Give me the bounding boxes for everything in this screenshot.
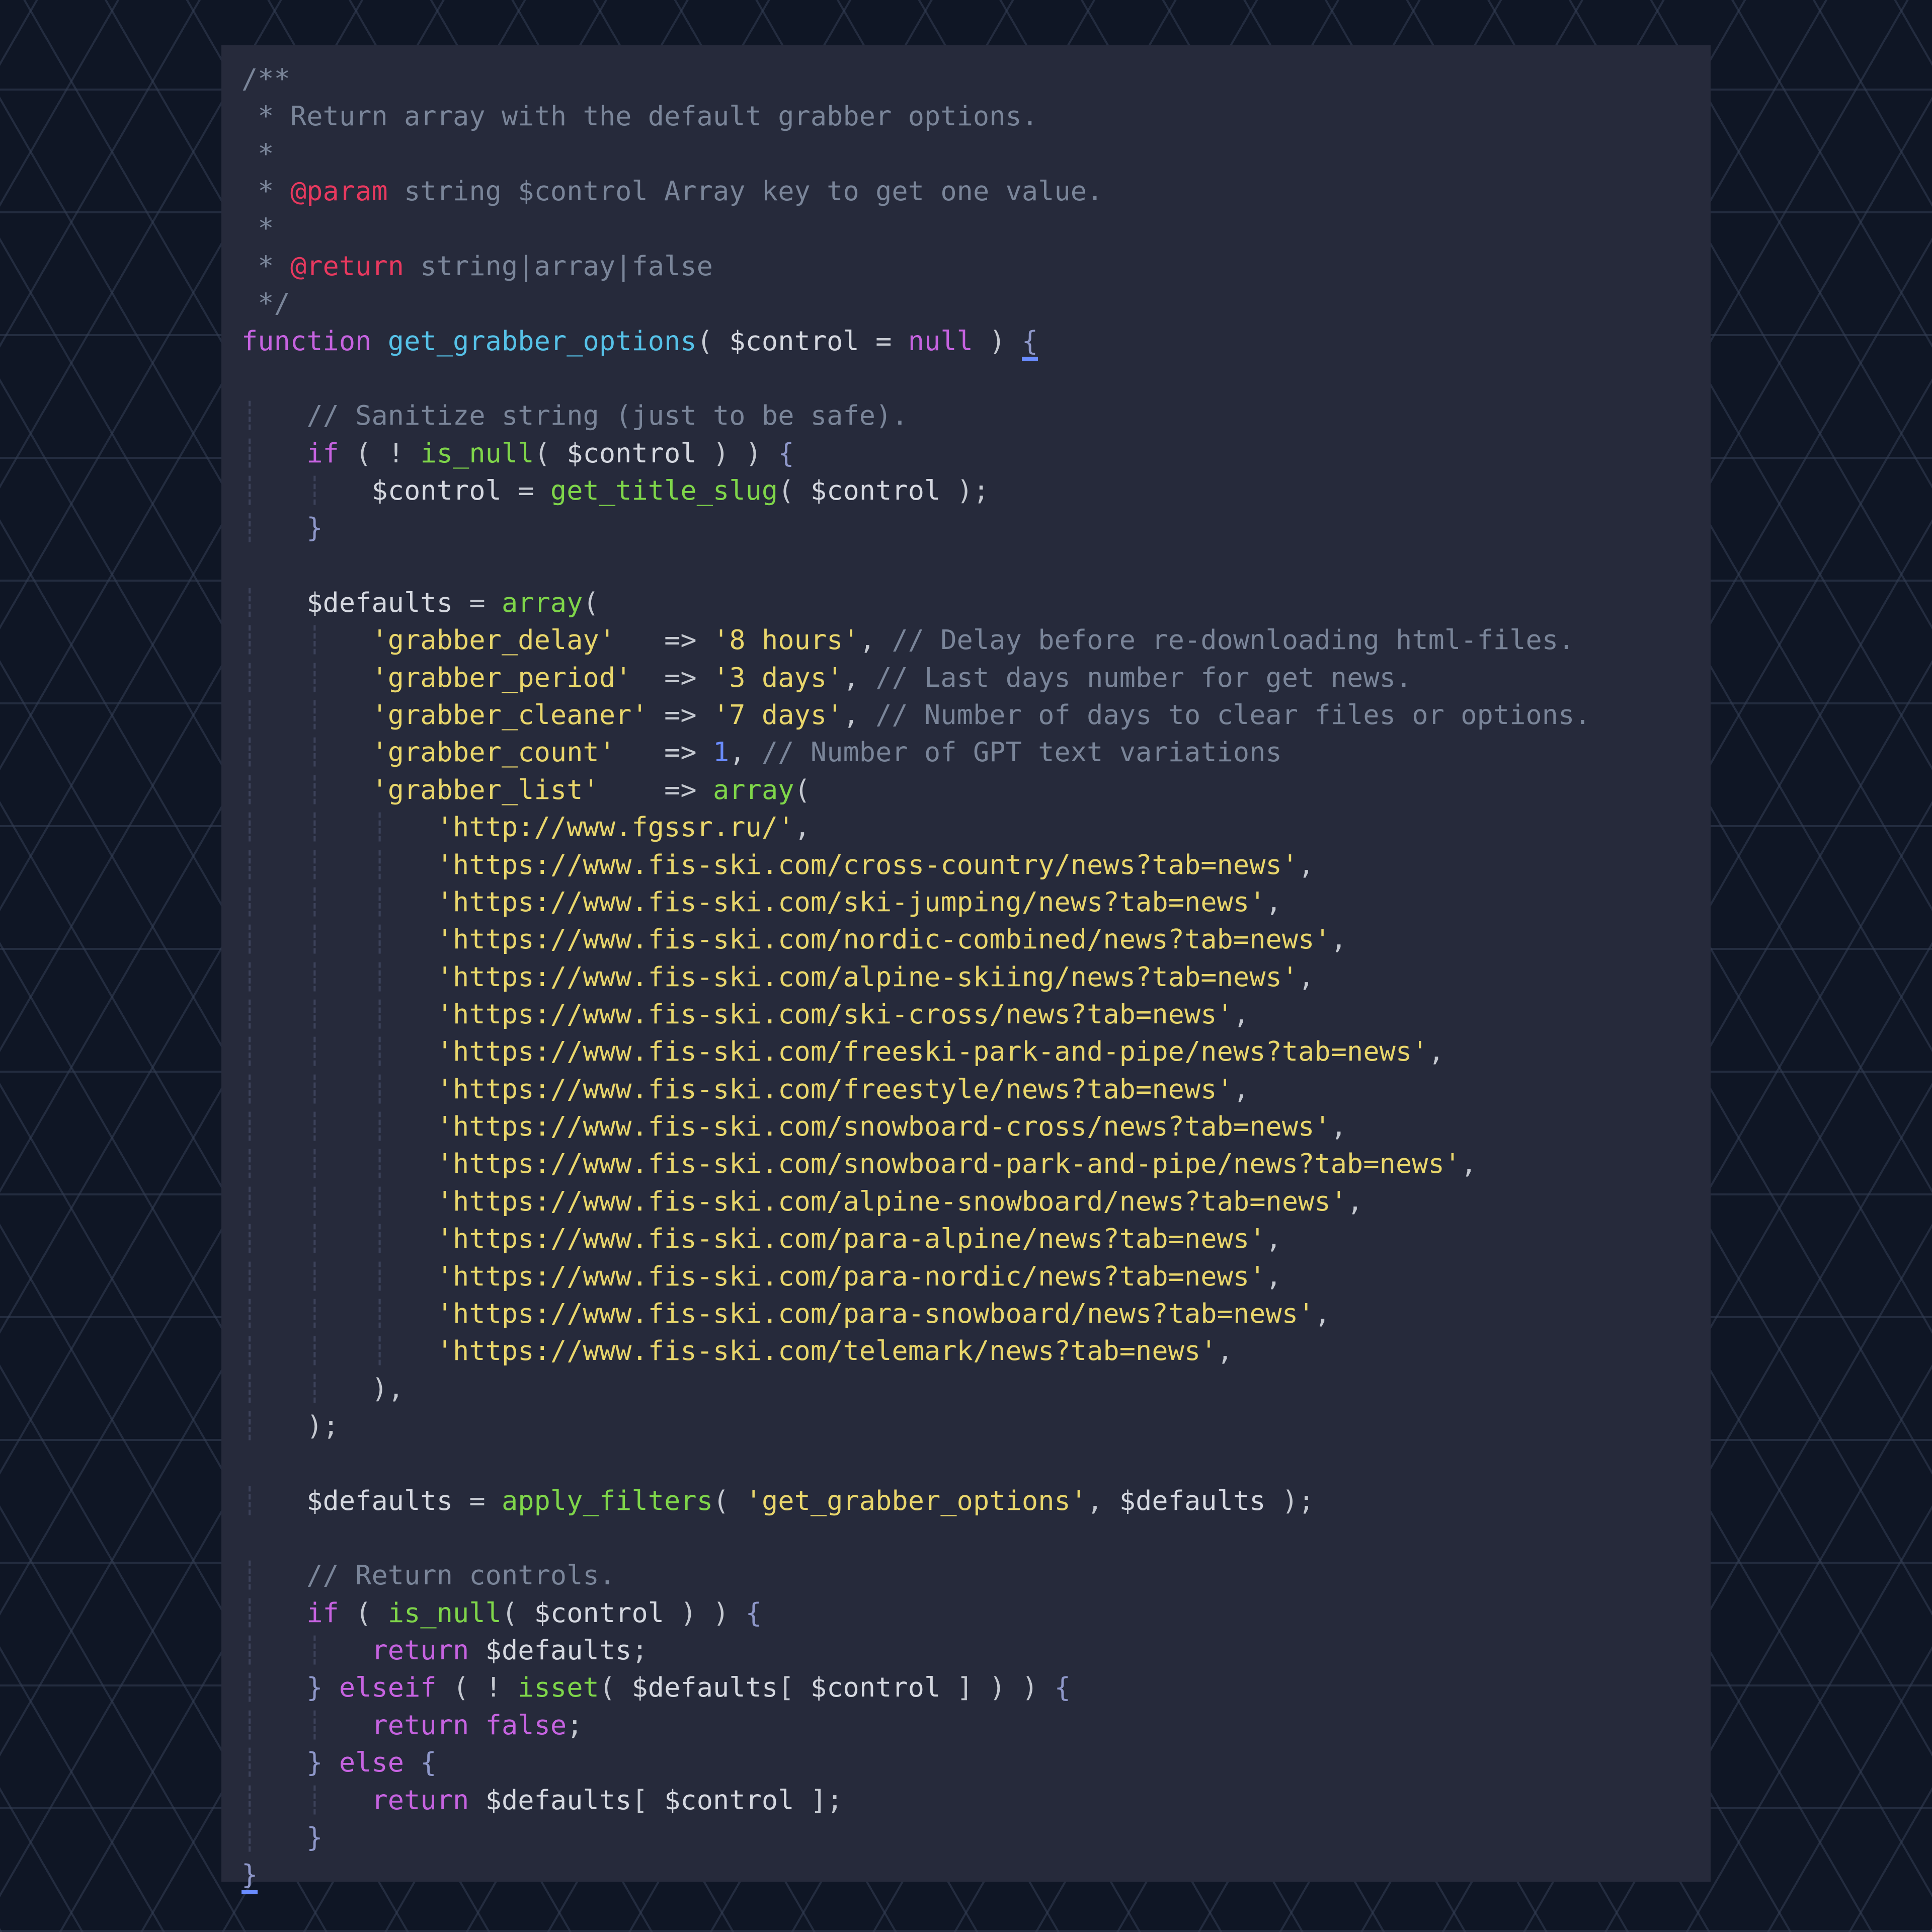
docblock-line: * [242,138,274,170]
code-editor[interactable]: /** * Return array with the default grab… [221,45,1711,1882]
url-string: 'https://www.fis-ski.com/alpine-skiing/n… [437,961,1298,993]
url-string: 'http://www.fgssr.ru/' [437,811,794,843]
url-string: 'https://www.fis-ski.com/ski-jumping/new… [437,886,1266,918]
url-string: 'https://www.fis-ski.com/alpine-snowboar… [437,1185,1347,1217]
phpdoc-tag: @return [290,250,404,282]
url-string: 'https://www.fis-ski.com/telemark/news?t… [437,1335,1217,1366]
variable: $control [729,325,859,357]
url-string: 'https://www.fis-ski.com/para-snowboard/… [437,1298,1315,1329]
docblock-line: * [242,212,274,244]
docblock-open: /** [242,63,290,95]
phpdoc-tag: @param [290,175,388,207]
url-string: 'https://www.fis-ski.com/para-nordic/new… [437,1260,1266,1292]
url-string: 'https://www.fis-ski.com/nordic-combined… [437,923,1331,955]
url-string: 'https://www.fis-ski.com/para-alpine/new… [437,1223,1266,1254]
open-brace: { [1022,325,1038,361]
function-name: get_grabber_options [388,325,697,357]
url-string: 'https://www.fis-ski.com/freeski-park-an… [437,1035,1428,1067]
url-string: 'https://www.fis-ski.com/ski-cross/news?… [437,998,1233,1030]
docblock-close: */ [242,287,290,319]
docblock-line: * @param string $control Array key to ge… [242,175,1103,207]
keyword-function: function [242,325,371,357]
url-string: 'https://www.fis-ski.com/cross-country/n… [437,849,1298,880]
docblock-line: * Return array with the default grabber … [242,100,1038,132]
url-string: 'https://www.fis-ski.com/snowboard-park-… [437,1148,1461,1179]
url-string: 'https://www.fis-ski.com/freestyle/news?… [437,1073,1233,1105]
code-block: /** * Return array with the default grab… [242,60,1696,1894]
comment: // Sanitize string (just to be safe). [306,399,908,431]
url-string: 'https://www.fis-ski.com/snowboard-cross… [437,1110,1331,1142]
docblock-line: * @return string|array|false [242,250,713,282]
close-brace: } [242,1859,258,1894]
